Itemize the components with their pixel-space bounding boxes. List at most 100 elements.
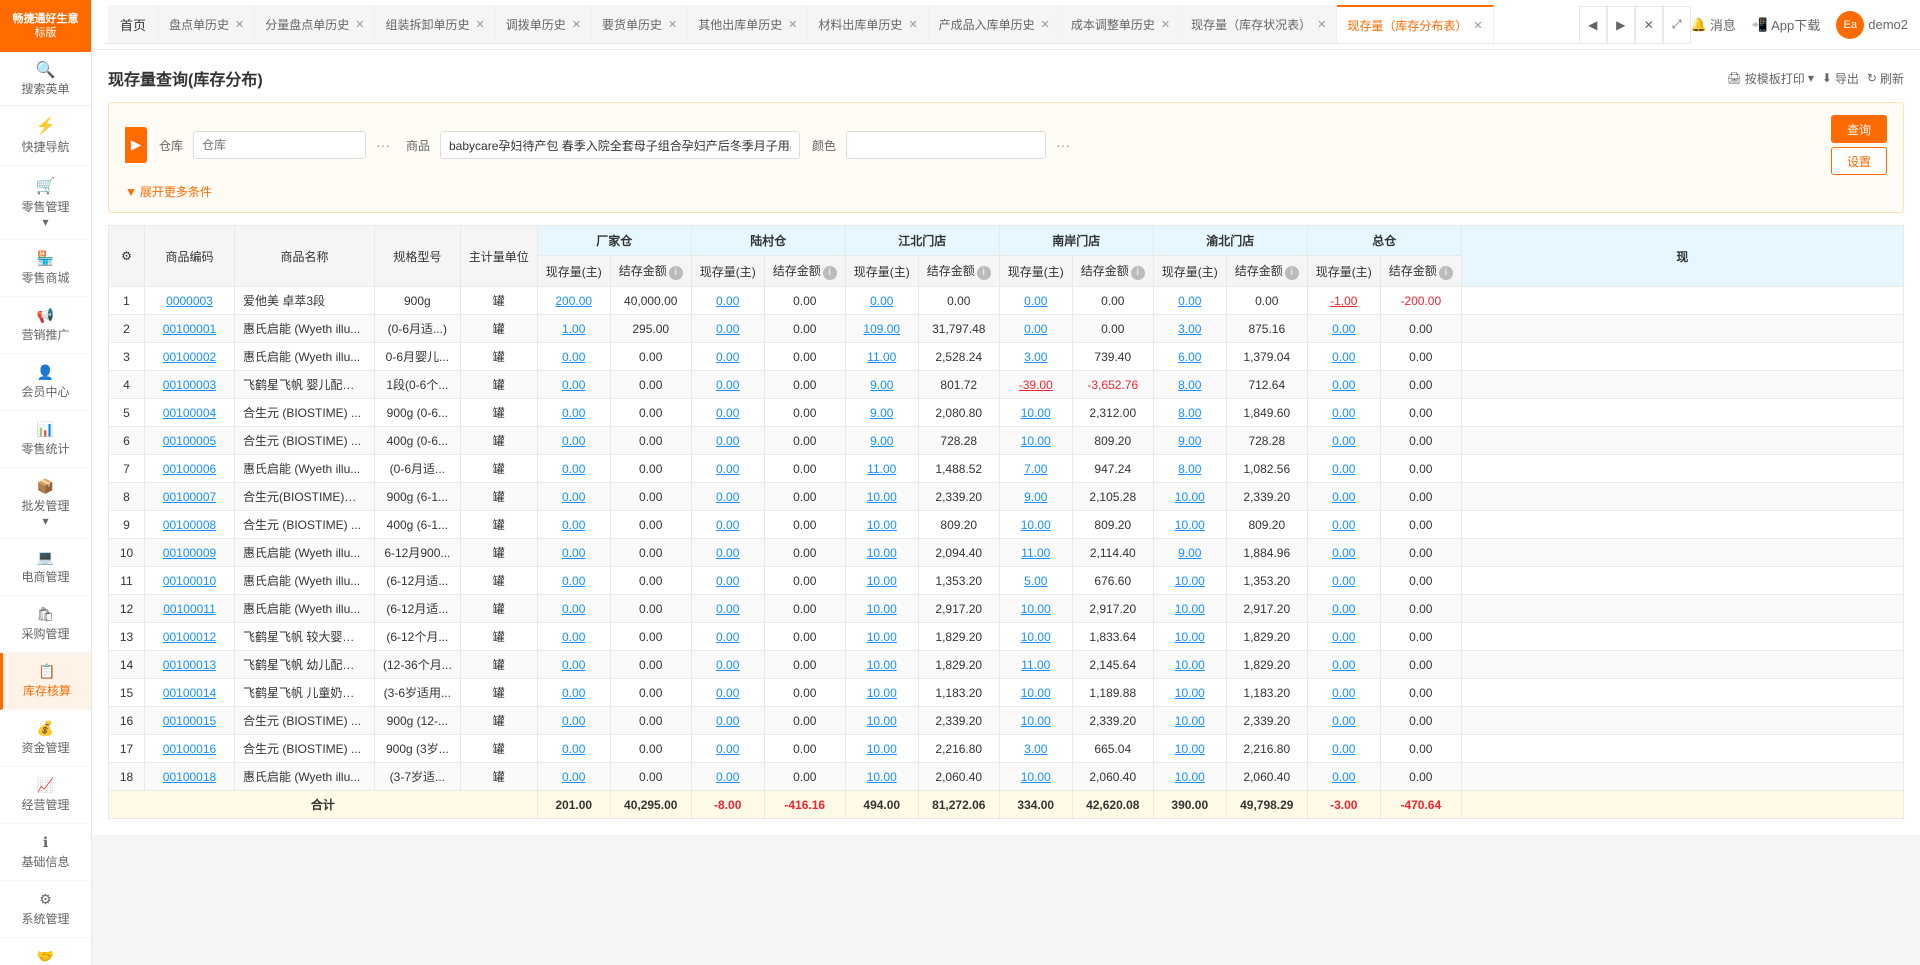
tab-close-icon[interactable]: ✕ <box>788 18 797 31</box>
cell-jb-qty[interactable]: 10.00 <box>845 623 918 651</box>
cell-total-qty[interactable]: 0.00 <box>1307 595 1380 623</box>
tab-close-icon[interactable]: ✕ <box>355 18 364 31</box>
sidebar-item-quicknav[interactable]: ⚡ 快捷导航 <box>0 106 91 166</box>
cell-factory-qty[interactable]: 200.00 <box>537 287 610 315</box>
sidebar-item-enterprise[interactable]: 🤝 企业协同 <box>0 938 91 965</box>
cell-total-qty[interactable]: 0.00 <box>1307 399 1380 427</box>
cell-code[interactable]: 00100003 <box>145 371 235 399</box>
cell-total-qty[interactable]: 0.00 <box>1307 679 1380 707</box>
sidebar-item-member[interactable]: 👤 会员中心 <box>0 354 91 411</box>
cell-jb-qty[interactable]: 10.00 <box>845 567 918 595</box>
cell-total-qty[interactable]: 0.00 <box>1307 763 1380 791</box>
cell-yb-qty[interactable]: 9.00 <box>1153 427 1226 455</box>
cell-jb-qty[interactable]: 0.00 <box>845 287 918 315</box>
th-settings[interactable]: ⚙ <box>109 226 145 287</box>
cell-code[interactable]: 00100006 <box>145 455 235 483</box>
tab-prev-button[interactable]: ◀ <box>1579 6 1607 44</box>
cell-na-qty[interactable]: 10.00 <box>999 399 1072 427</box>
sidebar-item-retail[interactable]: 🛒 零售管理 ▾ <box>0 166 91 240</box>
cell-code[interactable]: 00100011 <box>145 595 235 623</box>
cell-yb-qty[interactable]: 10.00 <box>1153 567 1226 595</box>
cell-jb-qty[interactable]: 11.00 <box>845 343 918 371</box>
cell-code[interactable]: 00100013 <box>145 651 235 679</box>
cell-factory-qty[interactable]: 0.00 <box>537 399 610 427</box>
cell-na-qty[interactable]: 10.00 <box>999 595 1072 623</box>
tab-close-icon[interactable]: ✕ <box>1473 19 1482 32</box>
cell-total-qty[interactable]: 0.00 <box>1307 623 1380 651</box>
cell-na-qty[interactable]: 10.00 <box>999 427 1072 455</box>
tab-order[interactable]: 要货单历史 ✕ <box>592 5 688 43</box>
cell-jb-qty[interactable]: 9.00 <box>845 399 918 427</box>
cell-na-qty[interactable]: 9.00 <box>999 483 1072 511</box>
cell-lu-qty[interactable]: 0.00 <box>691 287 764 315</box>
message-icon[interactable]: 🔔 消息 <box>1691 15 1736 34</box>
cell-code[interactable]: 00100007 <box>145 483 235 511</box>
cell-yb-qty[interactable]: 9.00 <box>1153 539 1226 567</box>
cell-na-qty[interactable]: 11.00 <box>999 539 1072 567</box>
sidebar-item-purchase[interactable]: 🛍 采购管理 <box>0 596 91 653</box>
cell-total-qty[interactable]: 0.00 <box>1307 315 1380 343</box>
info-icon[interactable]: i <box>823 266 837 280</box>
cell-na-qty[interactable]: 11.00 <box>999 651 1072 679</box>
cell-yb-qty[interactable]: 0.00 <box>1153 287 1226 315</box>
tab-cost-adjust[interactable]: 成本调整单历史 ✕ <box>1061 5 1181 43</box>
cell-lu-qty[interactable]: 0.00 <box>691 483 764 511</box>
cell-lu-qty[interactable]: 0.00 <box>691 567 764 595</box>
cell-total-qty[interactable]: 0.00 <box>1307 427 1380 455</box>
sidebar-item-operations[interactable]: 📈 经营管理 <box>0 767 91 824</box>
tab-close-icon[interactable]: ✕ <box>1161 18 1170 31</box>
sidebar-item-inventory[interactable]: 📋 库存核算 <box>0 653 91 710</box>
sidebar-item-marketing[interactable]: 📢 营销推广 <box>0 297 91 354</box>
cell-total-qty[interactable]: 0.00 <box>1307 343 1380 371</box>
color-more-button[interactable]: ··· <box>1052 137 1074 153</box>
cell-jb-qty[interactable]: 10.00 <box>845 735 918 763</box>
cell-factory-qty[interactable]: 0.00 <box>537 483 610 511</box>
cell-lu-qty[interactable]: 0.00 <box>691 595 764 623</box>
warehouse-more-button[interactable]: ··· <box>372 137 394 153</box>
cell-yb-qty[interactable]: 10.00 <box>1153 735 1226 763</box>
cell-jb-qty[interactable]: 10.00 <box>845 679 918 707</box>
refresh-button[interactable]: ↻ 刷新 <box>1867 70 1904 87</box>
tab-stock-dist[interactable]: 现存量（库存分布表） ✕ <box>1337 5 1493 43</box>
cell-jb-qty[interactable]: 9.00 <box>845 427 918 455</box>
warehouse-input[interactable] <box>193 131 366 159</box>
cell-yb-qty[interactable]: 3.00 <box>1153 315 1226 343</box>
tab-close-icon[interactable]: ✕ <box>235 18 244 31</box>
cell-factory-qty[interactable]: 0.00 <box>537 511 610 539</box>
query-button[interactable]: 查询 <box>1831 115 1887 143</box>
cell-code[interactable]: 00100009 <box>145 539 235 567</box>
cell-yb-qty[interactable]: 10.00 <box>1153 623 1226 651</box>
tab-close-all-button[interactable]: ✕ <box>1635 6 1663 44</box>
cell-factory-qty[interactable]: 0.00 <box>537 623 610 651</box>
cell-lu-qty[interactable]: 0.00 <box>691 651 764 679</box>
cell-na-qty[interactable]: 10.00 <box>999 511 1072 539</box>
cell-na-qty[interactable]: 3.00 <box>999 343 1072 371</box>
cell-total-qty[interactable]: -1.00 <box>1307 287 1380 315</box>
cell-code[interactable]: 00100012 <box>145 623 235 651</box>
cell-na-qty[interactable]: 3.00 <box>999 735 1072 763</box>
cell-na-qty[interactable]: 10.00 <box>999 763 1072 791</box>
cell-total-qty[interactable]: 0.00 <box>1307 707 1380 735</box>
cell-code[interactable]: 00100002 <box>145 343 235 371</box>
cell-code[interactable]: 00100004 <box>145 399 235 427</box>
cell-yb-qty[interactable]: 10.00 <box>1153 679 1226 707</box>
tab-transfer[interactable]: 调拨单历史 ✕ <box>496 5 592 43</box>
export-button[interactable]: ⬇ 导出 <box>1822 70 1859 87</box>
cell-factory-qty[interactable]: 0.00 <box>537 455 610 483</box>
setting-button[interactable]: 设置 <box>1831 147 1887 175</box>
cell-code[interactable]: 00100001 <box>145 315 235 343</box>
cell-code[interactable]: 00100015 <box>145 707 235 735</box>
cell-total-qty[interactable]: 0.00 <box>1307 651 1380 679</box>
cell-total-qty[interactable]: 0.00 <box>1307 567 1380 595</box>
cell-total-qty[interactable]: 0.00 <box>1307 735 1380 763</box>
cell-factory-qty[interactable]: 0.00 <box>537 371 610 399</box>
cell-yb-qty[interactable]: 10.00 <box>1153 595 1226 623</box>
cell-factory-qty[interactable]: 0.00 <box>537 567 610 595</box>
color-input[interactable] <box>846 131 1046 159</box>
info-icon[interactable]: i <box>1131 266 1145 280</box>
cell-jb-qty[interactable]: 109.00 <box>845 315 918 343</box>
cell-lu-qty[interactable]: 0.00 <box>691 763 764 791</box>
cell-na-qty[interactable]: 7.00 <box>999 455 1072 483</box>
cell-code[interactable]: 00100016 <box>145 735 235 763</box>
cell-factory-qty[interactable]: 0.00 <box>537 707 610 735</box>
